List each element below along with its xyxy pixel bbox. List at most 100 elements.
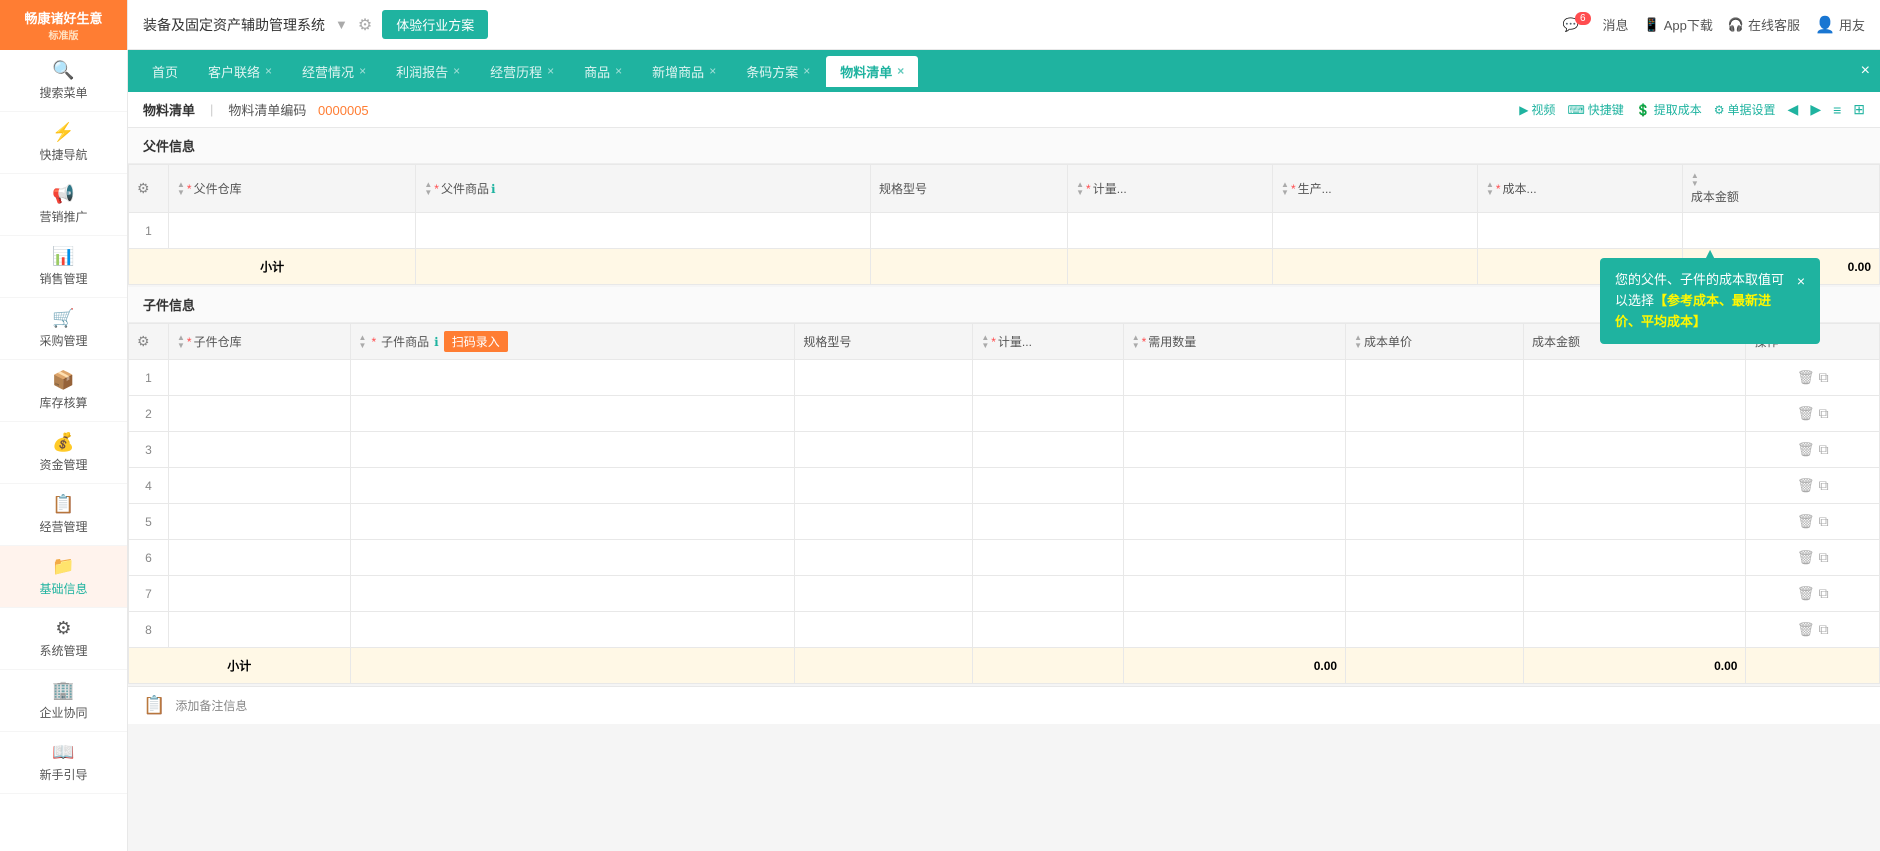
tab-ops-history[interactable]: 经营历程 ×: [476, 56, 568, 87]
child-row-2-product[interactable]: [350, 396, 795, 432]
app-download-btn[interactable]: 📱 App下载: [1644, 15, 1713, 34]
copy-icon-7[interactable]: ⧉: [1819, 585, 1829, 602]
sidebar-item-purchase[interactable]: 🛒 采购管理: [0, 298, 127, 360]
nav-expand-btn[interactable]: ⊞: [1853, 101, 1865, 118]
child-row-8-warehouse[interactable]: [169, 612, 351, 648]
parent-row-1-unit[interactable]: [1068, 213, 1273, 249]
child-row-6-spec[interactable]: [795, 540, 973, 576]
cost-action[interactable]: 💲 提取成本: [1636, 101, 1702, 118]
child-row-2-qty[interactable]: [1123, 396, 1345, 432]
parent-settings-icon[interactable]: ⚙: [137, 180, 150, 196]
child-row-1-cost-amount[interactable]: [1524, 360, 1746, 396]
tab-add-product-close[interactable]: ×: [709, 64, 716, 78]
child-row-4-product[interactable]: [350, 468, 795, 504]
delete-icon-5[interactable]: 🗑: [1797, 513, 1815, 530]
child-row-8-product[interactable]: [350, 612, 795, 648]
tab-profit-report[interactable]: 利润报告 ×: [382, 56, 474, 87]
child-row-3-unit-cost[interactable]: [1346, 432, 1524, 468]
child-row-3-cost-amount[interactable]: [1524, 432, 1746, 468]
parent-col-settings[interactable]: ⚙: [129, 165, 169, 213]
settings-action[interactable]: ⚙ 单据设置: [1714, 101, 1776, 118]
child-row-8-unit-cost[interactable]: [1346, 612, 1524, 648]
product-info-icon[interactable]: ℹ: [491, 182, 496, 196]
child-row-7-cost-amount[interactable]: [1524, 576, 1746, 612]
child-row-4-qty[interactable]: [1123, 468, 1345, 504]
child-row-3-warehouse[interactable]: [169, 432, 351, 468]
add-notes-label[interactable]: 添加备注信息: [175, 697, 247, 714]
sidebar-item-quick-nav[interactable]: ⚡ 快捷导航: [0, 112, 127, 174]
child-row-8-spec[interactable]: [795, 612, 973, 648]
child-row-2-cost-amount[interactable]: [1524, 396, 1746, 432]
child-row-4-unit[interactable]: [973, 468, 1123, 504]
tab-products-close[interactable]: ×: [615, 64, 622, 78]
child-row-7-unit[interactable]: [973, 576, 1123, 612]
tab-material-list[interactable]: 物料清单 ×: [826, 56, 918, 87]
parent-row-1-cost[interactable]: [1477, 213, 1682, 249]
child-row-7-warehouse[interactable]: [169, 576, 351, 612]
sidebar-item-inventory[interactable]: 📦 库存核算: [0, 360, 127, 422]
child-row-5-qty[interactable]: [1123, 504, 1345, 540]
nav-prev-btn[interactable]: ◀: [1788, 101, 1799, 118]
child-row-6-cost-amount[interactable]: [1524, 540, 1746, 576]
child-row-5-product[interactable]: [350, 504, 795, 540]
child-row-4-unit-cost[interactable]: [1346, 468, 1524, 504]
sidebar-item-system[interactable]: ⚙ 系统管理: [0, 608, 127, 670]
nav-list-btn[interactable]: ≡: [1833, 102, 1841, 118]
sidebar-item-sales[interactable]: 📊 销售管理: [0, 236, 127, 298]
copy-icon-6[interactable]: ⧉: [1819, 549, 1829, 566]
child-row-8-unit[interactable]: [973, 612, 1123, 648]
child-row-4-spec[interactable]: [795, 468, 973, 504]
dropdown-arrow-icon[interactable]: ▼: [335, 17, 348, 32]
child-row-1-qty[interactable]: [1123, 360, 1345, 396]
child-settings-icon[interactable]: ⚙: [137, 333, 150, 349]
child-row-3-spec[interactable]: [795, 432, 973, 468]
close-all-tabs-icon[interactable]: ×: [1861, 62, 1870, 80]
child-row-7-unit-cost[interactable]: [1346, 576, 1524, 612]
delete-icon[interactable]: 🗑: [1797, 369, 1815, 386]
delete-icon-2[interactable]: 🗑: [1797, 405, 1815, 422]
child-row-6-unit[interactable]: [973, 540, 1123, 576]
delete-icon-7[interactable]: 🗑: [1797, 585, 1815, 602]
child-row-2-unit[interactable]: [973, 396, 1123, 432]
view-action[interactable]: ▶ 视频: [1519, 101, 1555, 118]
child-col-settings[interactable]: ⚙: [129, 324, 169, 360]
tab-products[interactable]: 商品 ×: [570, 56, 636, 87]
copy-icon-8[interactable]: ⧉: [1819, 621, 1829, 638]
tab-ops-close[interactable]: ×: [359, 64, 366, 78]
tab-customers-close[interactable]: ×: [265, 64, 272, 78]
child-row-2-spec[interactable]: [795, 396, 973, 432]
child-row-4-cost-amount[interactable]: [1524, 468, 1746, 504]
child-row-7-product[interactable]: [350, 576, 795, 612]
tab-barcode[interactable]: 条码方案 ×: [732, 56, 824, 87]
shortcut-action[interactable]: ⌨ 快捷键: [1567, 101, 1623, 118]
copy-icon-3[interactable]: ⧉: [1819, 441, 1829, 458]
copy-icon-5[interactable]: ⧉: [1819, 513, 1829, 530]
tooltip-close-btn[interactable]: ×: [1797, 270, 1805, 292]
sidebar-item-marketing[interactable]: 📢 营销推广: [0, 174, 127, 236]
child-row-1-product[interactable]: [350, 360, 795, 396]
nav-next-btn[interactable]: ▶: [1810, 101, 1821, 118]
tab-barcode-close[interactable]: ×: [803, 64, 810, 78]
child-row-1-warehouse[interactable]: [169, 360, 351, 396]
parent-row-1-product[interactable]: [416, 213, 871, 249]
child-row-1-unit[interactable]: [973, 360, 1123, 396]
online-support-btn[interactable]: 🎧 在线客服: [1728, 15, 1800, 34]
child-product-info-icon[interactable]: ℹ: [434, 335, 439, 349]
copy-icon[interactable]: ⧉: [1819, 369, 1829, 386]
child-row-7-qty[interactable]: [1123, 576, 1345, 612]
child-row-5-warehouse[interactable]: [169, 504, 351, 540]
child-row-6-product[interactable]: [350, 540, 795, 576]
tab-add-product[interactable]: 新增商品 ×: [638, 56, 730, 87]
copy-icon-2[interactable]: ⧉: [1819, 405, 1829, 422]
child-row-6-unit-cost[interactable]: [1346, 540, 1524, 576]
user-btn[interactable]: 👤 用友: [1815, 15, 1865, 35]
child-row-8-qty[interactable]: [1123, 612, 1345, 648]
parent-row-1-spec[interactable]: [871, 213, 1068, 249]
child-row-6-warehouse[interactable]: [169, 540, 351, 576]
child-row-5-cost-amount[interactable]: [1524, 504, 1746, 540]
child-row-3-product[interactable]: [350, 432, 795, 468]
sidebar-item-operations[interactable]: 📋 经营管理: [0, 484, 127, 546]
tab-history-close[interactable]: ×: [547, 64, 554, 78]
tab-profit-close[interactable]: ×: [453, 64, 460, 78]
child-row-8-cost-amount[interactable]: [1524, 612, 1746, 648]
